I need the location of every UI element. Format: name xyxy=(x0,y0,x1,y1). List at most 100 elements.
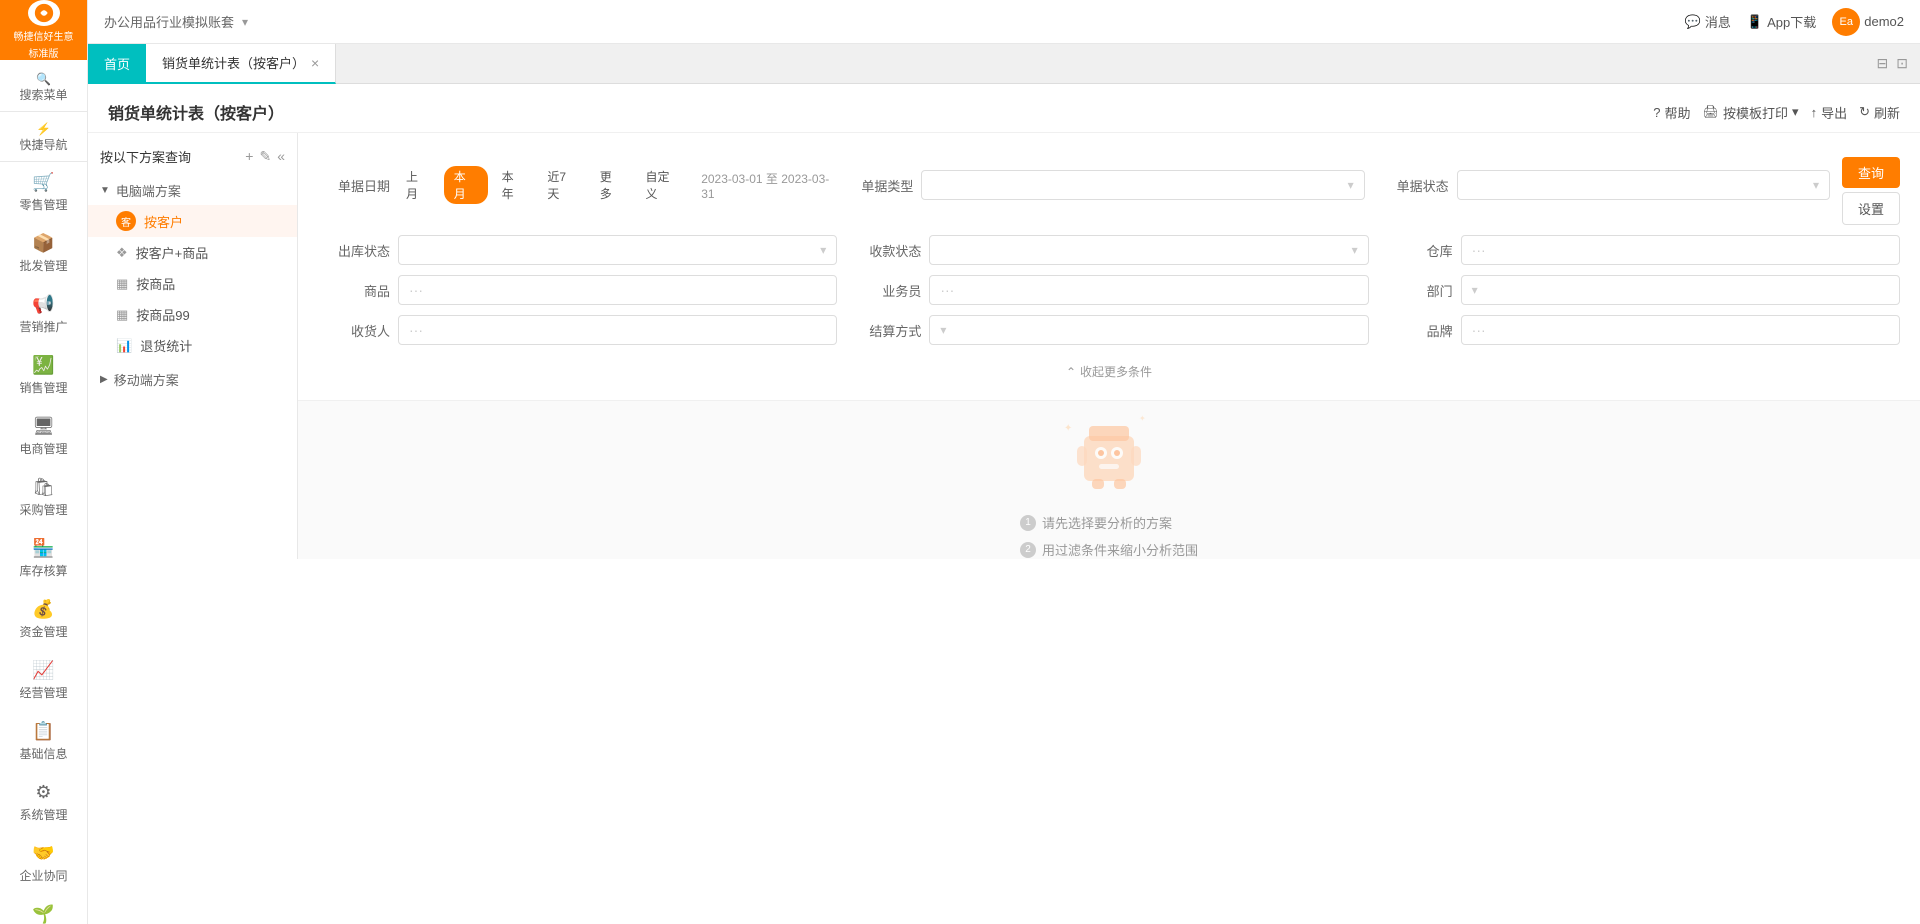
sidebar-item-quick-nav[interactable]: ⚡ 快捷导航 xyxy=(0,112,88,162)
sidebar-item-system[interactable]: ⚙ 系统管理 xyxy=(0,772,88,833)
by-goods-icon: ▦ xyxy=(116,276,128,292)
date-tab-last-month[interactable]: 上月 xyxy=(398,166,438,204)
tab-sales-stat[interactable]: 销货单统计表（按客户） × xyxy=(146,44,336,84)
scheme-group-desktop-title[interactable]: ▼ 电脑端方案 xyxy=(88,176,297,205)
app-download-btn[interactable]: 📱 App下载 xyxy=(1747,12,1816,31)
date-tab-this-month[interactable]: 本月 xyxy=(444,166,488,204)
tab-close-btn[interactable]: × xyxy=(311,56,319,70)
export-btn[interactable]: ↑ 导出 xyxy=(1811,103,1848,122)
help-btn[interactable]: ? 帮助 xyxy=(1653,103,1690,122)
return-stat-label: 退货统计 xyxy=(140,336,192,355)
print-btn[interactable]: 🖨 按模板打印 ▾ xyxy=(1703,103,1799,122)
tab-maximize-icon[interactable]: ⊡ xyxy=(1896,55,1908,72)
right-panel: 单据日期 上月 本月 本年 近7天 更多 自定义 2023-03-01 至 20… xyxy=(298,133,1920,559)
settings-button[interactable]: 设置 xyxy=(1842,192,1900,225)
by-customer-dot: 客 xyxy=(116,211,136,231)
page-title: 销货单统计表（按客户） xyxy=(108,100,284,124)
collapse-bar[interactable]: ⌃ 收起更多条件 xyxy=(318,355,1900,388)
department-select[interactable]: ▾ xyxy=(1461,275,1900,305)
sidebar-item-search[interactable]: 🔍 搜索菜单 xyxy=(0,60,88,112)
wholesale-icon: 📦 xyxy=(32,233,54,254)
doc-type-select[interactable]: ▾ xyxy=(921,170,1364,200)
department-chevron: ▾ xyxy=(1472,283,1478,297)
doc-status-select[interactable]: ▾ xyxy=(1457,170,1830,200)
receipt-status-select[interactable]: ▾ xyxy=(929,235,1368,265)
scheme-collapse-icon[interactable]: « xyxy=(277,148,285,165)
user-profile-btn[interactable]: Ea demo2 xyxy=(1832,8,1904,36)
filter-row-2: 出库状态 ▾ 收款状态 ▾ xyxy=(318,235,1900,265)
brand-select[interactable]: ··· xyxy=(1461,315,1900,345)
sidebar-inventory-label: 库存核算 xyxy=(19,562,67,579)
salesman-select[interactable]: ··· xyxy=(929,275,1368,305)
scheme-item-by-goods[interactable]: ▦ 按商品 xyxy=(88,268,297,299)
settle-label: 结算方式 xyxy=(849,321,929,340)
sidebar-retail-label: 零售管理 xyxy=(19,196,67,213)
purchase-icon: 🛍 xyxy=(32,477,55,498)
refresh-btn[interactable]: ↻ 刷新 xyxy=(1859,103,1900,122)
scheme-item-by-customer-goods[interactable]: ❖ 按客户+商品 xyxy=(88,237,297,268)
date-tab-last7[interactable]: 近7天 xyxy=(539,166,585,204)
goods-select[interactable]: ··· xyxy=(398,275,837,305)
scheme-group-mobile-title[interactable]: ▶ 移动端方案 xyxy=(88,365,297,394)
tab-home[interactable]: 首页 xyxy=(88,44,146,84)
help-icon: ? xyxy=(1653,105,1660,120)
scheme-item-by-customer[interactable]: 客 按客户 xyxy=(88,205,297,237)
sidebar-item-retail[interactable]: 🛒 零售管理 xyxy=(0,162,88,223)
export-icon: ↑ xyxy=(1811,105,1818,120)
filter-area: 单据日期 上月 本月 本年 近7天 更多 自定义 2023-03-01 至 20… xyxy=(298,133,1920,401)
doc-type-chevron: ▾ xyxy=(1348,178,1354,192)
department-label: 部门 xyxy=(1381,281,1461,300)
sidebar-item-ecommerce[interactable]: 🖥 电商管理 xyxy=(0,406,88,467)
brand-label: 品牌 xyxy=(1381,321,1461,340)
tab-minimize-icon[interactable]: ⊟ xyxy=(1877,55,1889,72)
sidebar-item-wholesale[interactable]: 📦 批发管理 xyxy=(0,223,88,284)
collapse-up-icon: ⌃ xyxy=(1066,365,1076,379)
scheme-edit-icon[interactable]: ✎ xyxy=(259,148,271,165)
scheme-item-by-goods99[interactable]: ▦ 按商品99 xyxy=(88,299,297,330)
content-body: 按以下方案查询 + ✎ « ▼ 电脑端方案 xyxy=(88,133,1920,559)
recipient-select[interactable]: ··· xyxy=(398,315,837,345)
sidebar-purchase-label: 采购管理 xyxy=(19,501,67,518)
sidebar-operations-label: 经营管理 xyxy=(19,684,67,701)
sidebar-item-inventory[interactable]: 🏪 库存核算 xyxy=(0,528,88,589)
doc-type-label: 单据类型 xyxy=(841,176,921,195)
topbar-right: 💬 消息 📱 App下载 Ea demo2 xyxy=(1685,8,1904,36)
message-btn[interactable]: 💬 消息 xyxy=(1685,12,1731,31)
date-tab-this-year[interactable]: 本年 xyxy=(494,166,534,204)
sidebar-item-newbie[interactable]: 🌱 新手引导 xyxy=(0,894,88,924)
scheme-item-return-stat[interactable]: 📊 退货统计 xyxy=(88,330,297,361)
tip-2-text: 用过滤条件来缩小分析范围 xyxy=(1042,540,1198,559)
topbar-dropdown-icon[interactable]: ▾ xyxy=(242,15,248,29)
print-icon: 🖨 xyxy=(1703,104,1720,120)
sidebar-logo[interactable]: 畅捷信好生意 标准版 xyxy=(0,0,88,60)
settle-chevron: ▾ xyxy=(940,323,946,337)
tab-actions: ⊟ ⊡ xyxy=(1865,55,1920,72)
goods-dots: ··· xyxy=(409,282,423,298)
sidebar-item-basic[interactable]: 📋 基础信息 xyxy=(0,711,88,772)
salesman-dots: ··· xyxy=(940,282,954,298)
out-status-select[interactable]: ▾ xyxy=(398,235,837,265)
out-status-chevron: ▾ xyxy=(820,243,826,257)
scheme-add-icon[interactable]: + xyxy=(245,148,253,165)
query-button[interactable]: 查询 xyxy=(1842,157,1900,188)
date-tab-more[interactable]: 更多 xyxy=(592,166,632,204)
sidebar-item-operations[interactable]: 📈 经营管理 xyxy=(0,650,88,711)
date-tabs: 上月 本月 本年 近7天 更多 自定义 2023-03-01 至 2023-03… xyxy=(398,166,841,204)
filter-row-3: 商品 ··· 业务员 ··· xyxy=(318,275,1900,305)
sidebar-item-cooperation[interactable]: 🤝 企业协同 xyxy=(0,833,88,894)
sidebar-ecommerce-label: 电商管理 xyxy=(19,440,67,457)
warehouse-select[interactable]: ··· xyxy=(1461,235,1900,265)
sidebar-cooperation-label: 企业协同 xyxy=(19,867,67,884)
date-tab-custom[interactable]: 自定义 xyxy=(638,166,690,204)
sidebar-item-marketing[interactable]: 📢 营销推广 xyxy=(0,284,88,345)
empty-state: ✦ ✦ 1 请先选择要分析的方案 2 用过滤条件来缩小分析范围 xyxy=(1020,401,1198,559)
mobile-group-arrow: ▶ xyxy=(100,374,108,385)
scheme-panel-icons: + ✎ « xyxy=(245,148,285,165)
topbar-title: 办公用品行业模拟账套 xyxy=(104,12,234,31)
sidebar-item-sales[interactable]: 💹 销售管理 xyxy=(0,345,88,406)
sidebar-item-finance[interactable]: 💰 资金管理 xyxy=(0,589,88,650)
settle-select[interactable]: ▾ xyxy=(929,315,1368,345)
sidebar-item-purchase[interactable]: 🛍 采购管理 xyxy=(0,467,88,528)
warehouse-label: 仓库 xyxy=(1381,241,1461,260)
message-icon: 💬 xyxy=(1685,14,1701,30)
